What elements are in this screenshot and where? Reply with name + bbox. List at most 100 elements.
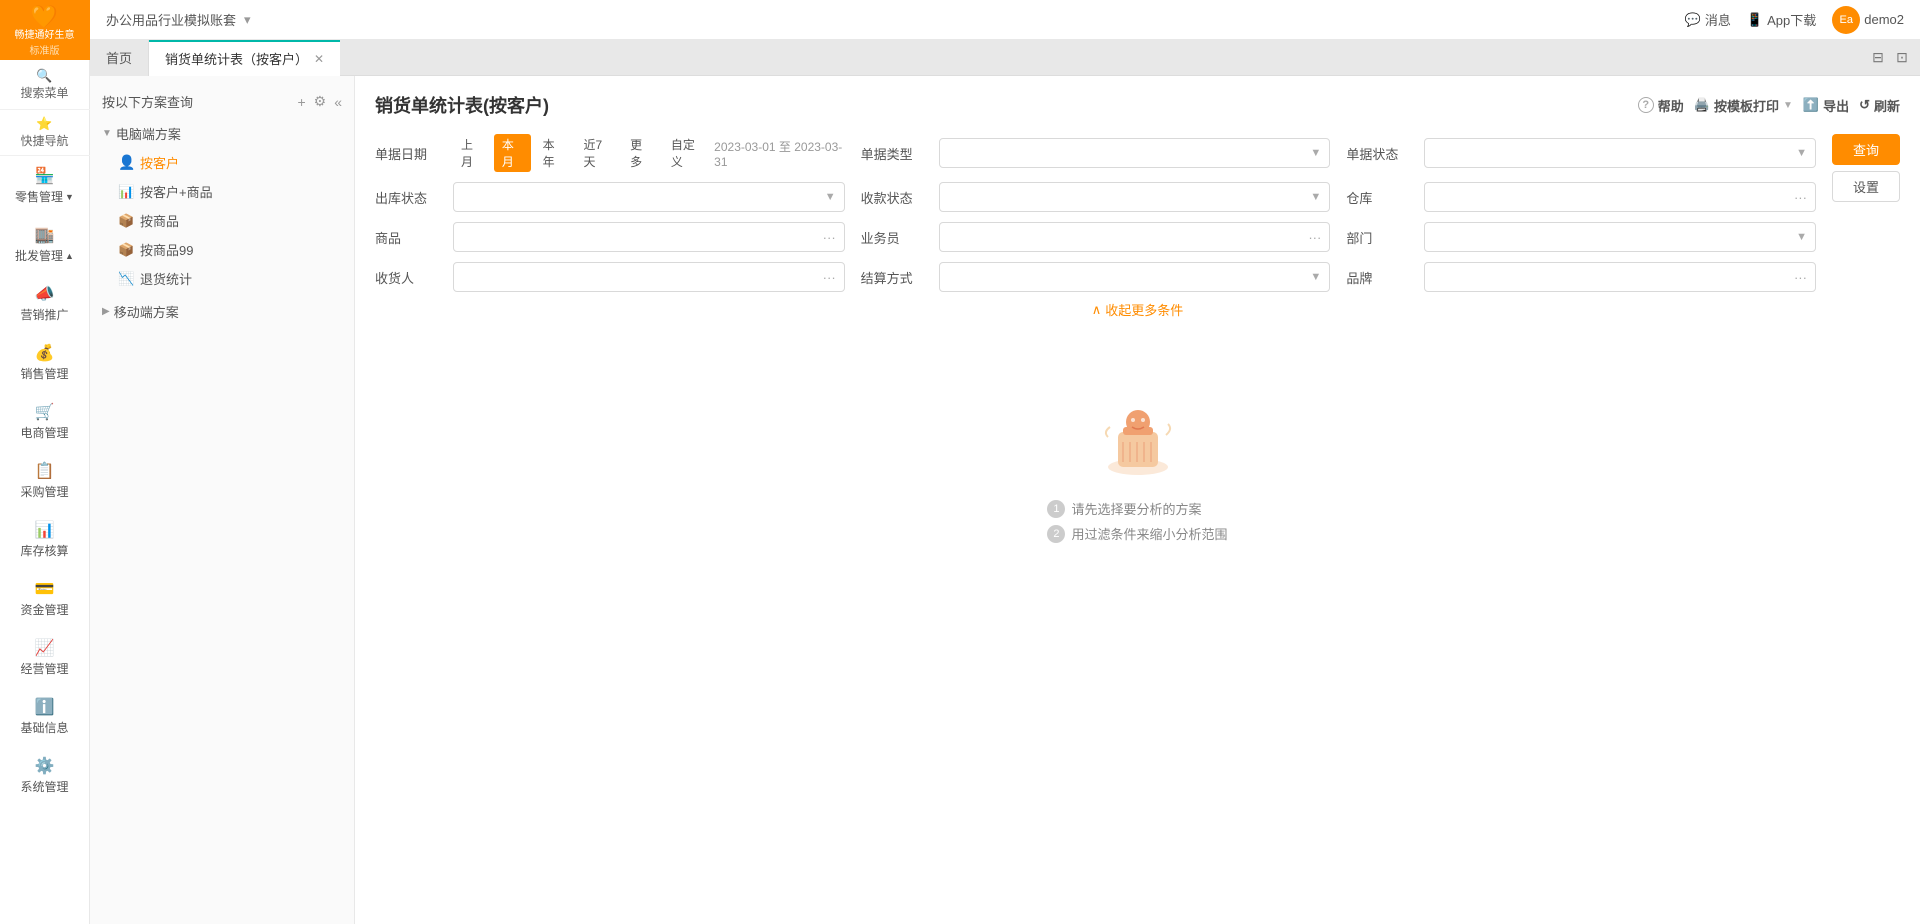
filter-cell-goods: 商品 ··· [375,222,861,252]
sidebar-purchase-label: 采购管理 [20,483,68,500]
filter-cell-receiver: 收货人 ··· [375,262,861,292]
window-minimize-btn[interactable]: ⊟ [1868,48,1888,68]
receiver-dropdown[interactable]: ··· [453,262,845,292]
tree-by-customer-goods[interactable]: 📊 按客户+商品 [90,177,354,206]
template-print-label: 按模板打印 [1714,96,1779,115]
tree-by-customer[interactable]: 👤 按客户 [90,148,354,177]
brand-dropdown[interactable]: ··· [1424,262,1816,292]
tip-1-text: 请先选择要分析的方案 [1071,499,1201,518]
sidebar-inventory-label: 库存核算 [20,542,68,559]
salesperson-dots[interactable]: ··· [1308,230,1321,245]
print-arrow: ▼ [1783,100,1793,111]
mobile-scheme-label: 移动端方案 [114,302,179,321]
sidebar-item-marketing[interactable]: 📣 营销推广 [0,274,90,333]
tab-close-icon[interactable]: ✕ [314,52,324,66]
refresh-action[interactable]: ↺ 刷新 [1859,96,1900,115]
print-icon: 🖨️ [1694,97,1710,113]
sidebar-item-retail[interactable]: 🏪 零售管理 ▼ [0,156,90,215]
help-label: 帮助 [1658,96,1684,115]
order-status-dropdown[interactable]: ▼ [1424,138,1816,168]
warehouse-dots[interactable]: ··· [1794,190,1807,205]
tree-by-goods99[interactable]: 📦 按商品99 [90,235,354,264]
tree-mobile-scheme[interactable]: ▶ 移动端方案 [90,297,354,326]
sidebar-item-purchase[interactable]: 📋 采购管理 [0,451,90,510]
tab-home[interactable]: 首页 [90,40,149,76]
sidebar-item-inventory[interactable]: 📊 库存核算 [0,510,90,569]
ship-status-dropdown[interactable]: ▼ [453,182,845,212]
window-maximize-btn[interactable]: ⊡ [1892,48,1912,68]
date-btn-7days[interactable]: 近7天 [575,134,618,172]
tree-by-goods[interactable]: 📦 按商品 [90,206,354,235]
date-btn-last-month[interactable]: 上月 [453,134,490,172]
goods-dropdown[interactable]: ··· [453,222,845,252]
date-btn-custom[interactable]: 自定义 [663,134,710,172]
filter-cell-order-status: 单据状态 ▼ [1346,138,1816,168]
app-logo[interactable]: 🧡 畅捷通好生意 标准版 [0,0,90,60]
filter-form: 单据日期 上月 本月 本年 近7天 更多 自定义 20 [375,134,1816,292]
topbar-msg[interactable]: 💬 消息 [1685,10,1731,29]
dept-dropdown[interactable]: ▼ [1424,222,1816,252]
ship-status-label: 出库状态 [375,188,445,207]
refresh-icon: ↺ [1859,97,1870,113]
topbar-app-download[interactable]: 📱 App下载 [1747,10,1816,29]
by-goods-icon: 📦 [118,213,134,229]
add-scheme-icon[interactable]: + [297,94,305,110]
date-range-text: 2023-03-01 至 2023-03-31 [714,138,844,169]
query-button[interactable]: 查询 [1832,134,1900,165]
industry-dropdown-arrow[interactable]: ▾ [244,12,251,28]
template-print-action[interactable]: 🖨️ 按模板打印 ▼ [1694,96,1793,115]
salesperson-dropdown[interactable]: ··· [939,222,1331,252]
sidebar-item-ecommerce[interactable]: 🛒 电商管理 [0,392,90,451]
payment-method-dropdown[interactable]: ▼ [939,262,1331,292]
sidebar: 🧡 畅捷通好生意 标准版 🔍 搜索菜单 ⭐ 快捷导航 🏪 零售管理 ▼ 🏬 批发… [0,0,90,924]
help-action[interactable]: ? 帮助 [1638,96,1684,115]
goods-dots[interactable]: ··· [823,230,836,245]
tree-return-stat[interactable]: 📉 退货统计 [90,264,354,293]
sidebar-operations-label: 经营管理 [20,660,68,677]
collapse-arrow: ∧ [1092,302,1102,318]
payment-status-dropdown[interactable]: ▼ [939,182,1331,212]
receiver-dots[interactable]: ··· [823,270,836,285]
brand-dots[interactable]: ··· [1794,270,1807,285]
tip-num-2: 2 [1047,525,1065,543]
sidebar-item-basic-info[interactable]: ℹ️ 基础信息 [0,687,90,746]
payment-status-arrow: ▼ [1310,191,1321,203]
receiver-control: ··· [453,262,845,292]
mobile-scheme-arrow: ▶ [102,306,110,317]
order-status-arrow: ▼ [1796,147,1807,159]
tree-desktop-scheme[interactable]: ▼ 电脑端方案 [90,119,354,148]
date-btn-this-month[interactable]: 本月 [494,134,531,172]
collapse-panel-icon[interactable]: « [334,94,342,110]
collapse-bar[interactable]: ∧ 收起更多条件 [375,292,1900,327]
setting-scheme-icon[interactable]: ⚙ [314,93,327,110]
sidebar-item-system[interactable]: ⚙️ 系统管理 [0,746,90,805]
empty-tips: 1 请先选择要分析的方案 2 用过滤条件来缩小分析范围 [1047,499,1227,543]
return-stat-label: 退货统计 [140,269,192,288]
dept-label: 部门 [1346,228,1416,247]
sidebar-search[interactable]: 🔍 搜索菜单 [0,60,90,110]
user-name: demo2 [1864,12,1904,27]
topbar-user[interactable]: Ea demo2 [1832,6,1904,34]
sidebar-item-wholesale[interactable]: 🏬 批发管理 ▲ [0,215,90,274]
date-label: 单据日期 [375,144,445,163]
order-type-dropdown[interactable]: ▼ [939,138,1331,168]
inventory-icon: 📊 [35,520,55,540]
tab-sales-stat[interactable]: 销货单统计表（按客户） ✕ [149,40,340,76]
sidebar-quick-nav[interactable]: ⭐ 快捷导航 [0,110,90,156]
empty-tip-2: 2 用过滤条件来缩小分析范围 [1047,524,1227,543]
sidebar-item-sales[interactable]: 💰 销售管理 [0,333,90,392]
settings-button[interactable]: 设置 [1832,171,1900,202]
export-action[interactable]: ⬆️ 导出 [1803,96,1849,115]
sidebar-sales-label: 销售管理 [20,365,68,382]
date-btn-this-year[interactable]: 本年 [535,134,572,172]
sidebar-retail-label: 零售管理 [15,188,63,205]
sidebar-item-operations[interactable]: 📈 经营管理 [0,628,90,687]
marketing-icon: 📣 [35,284,55,304]
sidebar-item-finance[interactable]: 💳 资金管理 [0,569,90,628]
date-btn-more[interactable]: 更多 [622,134,659,172]
topbar-right: 💬 消息 📱 App下载 Ea demo2 [1685,6,1904,34]
sidebar-search-label: 搜索菜单 [0,84,90,101]
filter-cell-ship: 出库状态 ▼ [375,182,861,212]
sidebar-quick-nav-label: 快捷导航 [0,132,90,149]
warehouse-dropdown[interactable]: ··· [1424,182,1816,212]
